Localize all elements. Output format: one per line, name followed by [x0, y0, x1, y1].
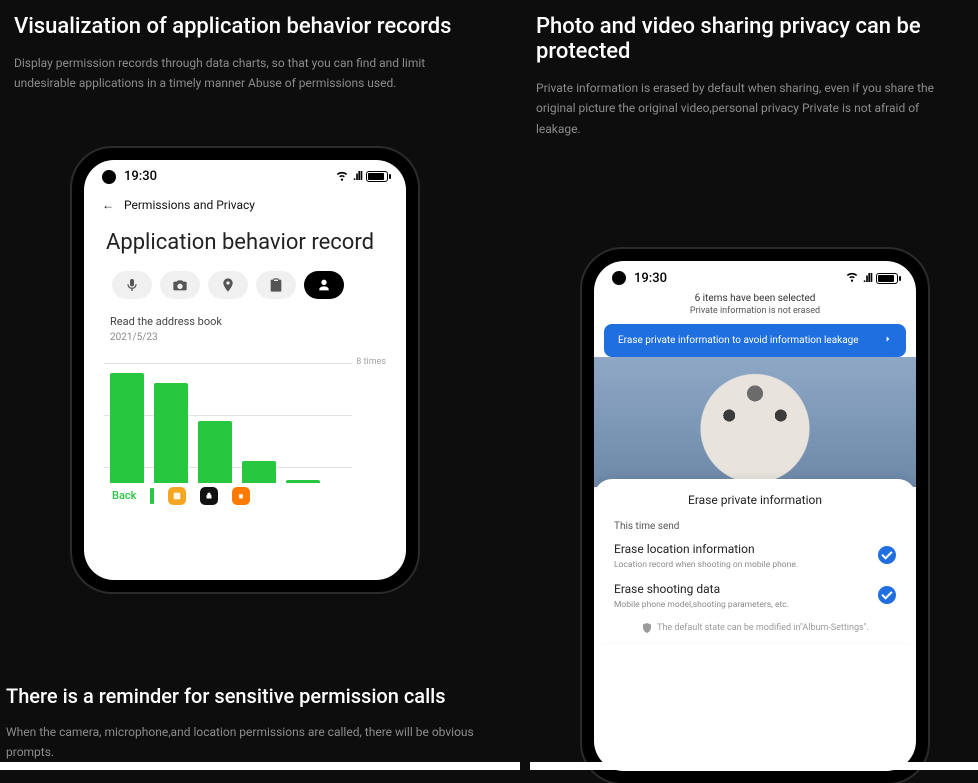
chevron-right-icon	[884, 334, 892, 347]
signal-icon	[863, 271, 872, 286]
opt1-check-icon[interactable]	[878, 546, 896, 564]
camera-icon	[172, 277, 188, 293]
erase-banner[interactable]: Erase private information to avoid infor…	[604, 324, 906, 357]
camera-chip[interactable]	[160, 271, 200, 299]
app-icon-3[interactable]	[200, 487, 218, 505]
opt2-title: Erase shooting data	[614, 582, 789, 596]
signal-icon	[353, 169, 362, 184]
y-tick-top: 8 times	[356, 357, 386, 367]
opt1-sub: Location record when shooting on mobile …	[614, 560, 798, 570]
chart-title: Read the address book	[84, 313, 406, 330]
back-arrow-icon	[102, 198, 114, 212]
statusbar: 19:30	[84, 160, 406, 188]
battery-icon	[876, 273, 898, 284]
bar-5[interactable]	[286, 480, 320, 483]
bar-2[interactable]	[154, 383, 188, 483]
location-chip[interactable]	[208, 271, 248, 299]
sheet-title: Erase private information	[614, 493, 896, 507]
app-icon-2[interactable]	[168, 487, 186, 505]
divider	[0, 762, 520, 770]
option-erase-location[interactable]: Erase location information Location reco…	[614, 542, 896, 570]
bar-3[interactable]	[198, 421, 232, 483]
statusbar-right: 19:30	[594, 261, 916, 289]
x-accent-bar	[150, 488, 154, 504]
left-subtext: Display permission records through data …	[14, 53, 464, 94]
x-label-back: Back	[112, 489, 136, 502]
clipboard-chip[interactable]	[256, 271, 296, 299]
breadcrumb-label: Permissions and Privacy	[124, 198, 255, 212]
erase-status: Private information is not erased	[594, 306, 916, 316]
preview-image	[594, 357, 916, 487]
mic-icon	[124, 277, 140, 293]
opt2-check-icon[interactable]	[878, 586, 896, 604]
shield-icon	[641, 622, 653, 634]
sheet-footnote: The default state can be modified in"Alb…	[614, 622, 896, 634]
app-icon-4[interactable]	[232, 487, 250, 505]
permission-chip-row	[84, 267, 406, 313]
right-headline: Photo and video sharing privacy can be p…	[536, 14, 966, 64]
breadcrumb[interactable]: Permissions and Privacy	[84, 188, 406, 222]
divider	[530, 762, 978, 770]
clock: 19:30	[124, 169, 157, 184]
mic-chip[interactable]	[112, 271, 152, 299]
right-subtext: Private information is erased by default…	[536, 78, 956, 139]
behavior-chart: 8 times Back	[104, 355, 386, 505]
banner-text: Erase private information to avoid infor…	[618, 335, 859, 346]
wifi-icon	[845, 269, 859, 287]
option-erase-shooting[interactable]: Erase shooting data Mobile phone model,s…	[614, 582, 896, 610]
clipboard-icon	[268, 277, 284, 293]
location-icon	[220, 277, 236, 293]
contacts-chip[interactable]	[304, 271, 344, 299]
bar-4[interactable]	[242, 461, 276, 483]
selection-count: 6 items have been selected	[594, 293, 916, 304]
clock: 19:30	[634, 271, 667, 286]
chart-date: 2021/5/23	[84, 330, 406, 353]
contacts-icon	[316, 277, 332, 293]
erase-sheet: Erase private information This time send…	[594, 479, 916, 642]
sheet-hint: This time send	[614, 521, 896, 532]
opt1-title: Erase location information	[614, 542, 798, 556]
front-camera-dot	[102, 170, 116, 184]
bar-1[interactable]	[110, 373, 144, 483]
wifi-icon	[335, 168, 349, 186]
battery-icon	[366, 171, 388, 182]
page-title: Application behavior record	[84, 222, 406, 267]
front-camera-dot	[612, 271, 626, 285]
left-headline: Visualization of application behavior re…	[14, 14, 484, 39]
bottom-subtext: When the camera, microphone,and location…	[6, 722, 506, 763]
opt2-sub: Mobile phone model,shooting parameters, …	[614, 600, 789, 610]
bottom-headline: There is a reminder for sensitive permis…	[6, 684, 506, 708]
